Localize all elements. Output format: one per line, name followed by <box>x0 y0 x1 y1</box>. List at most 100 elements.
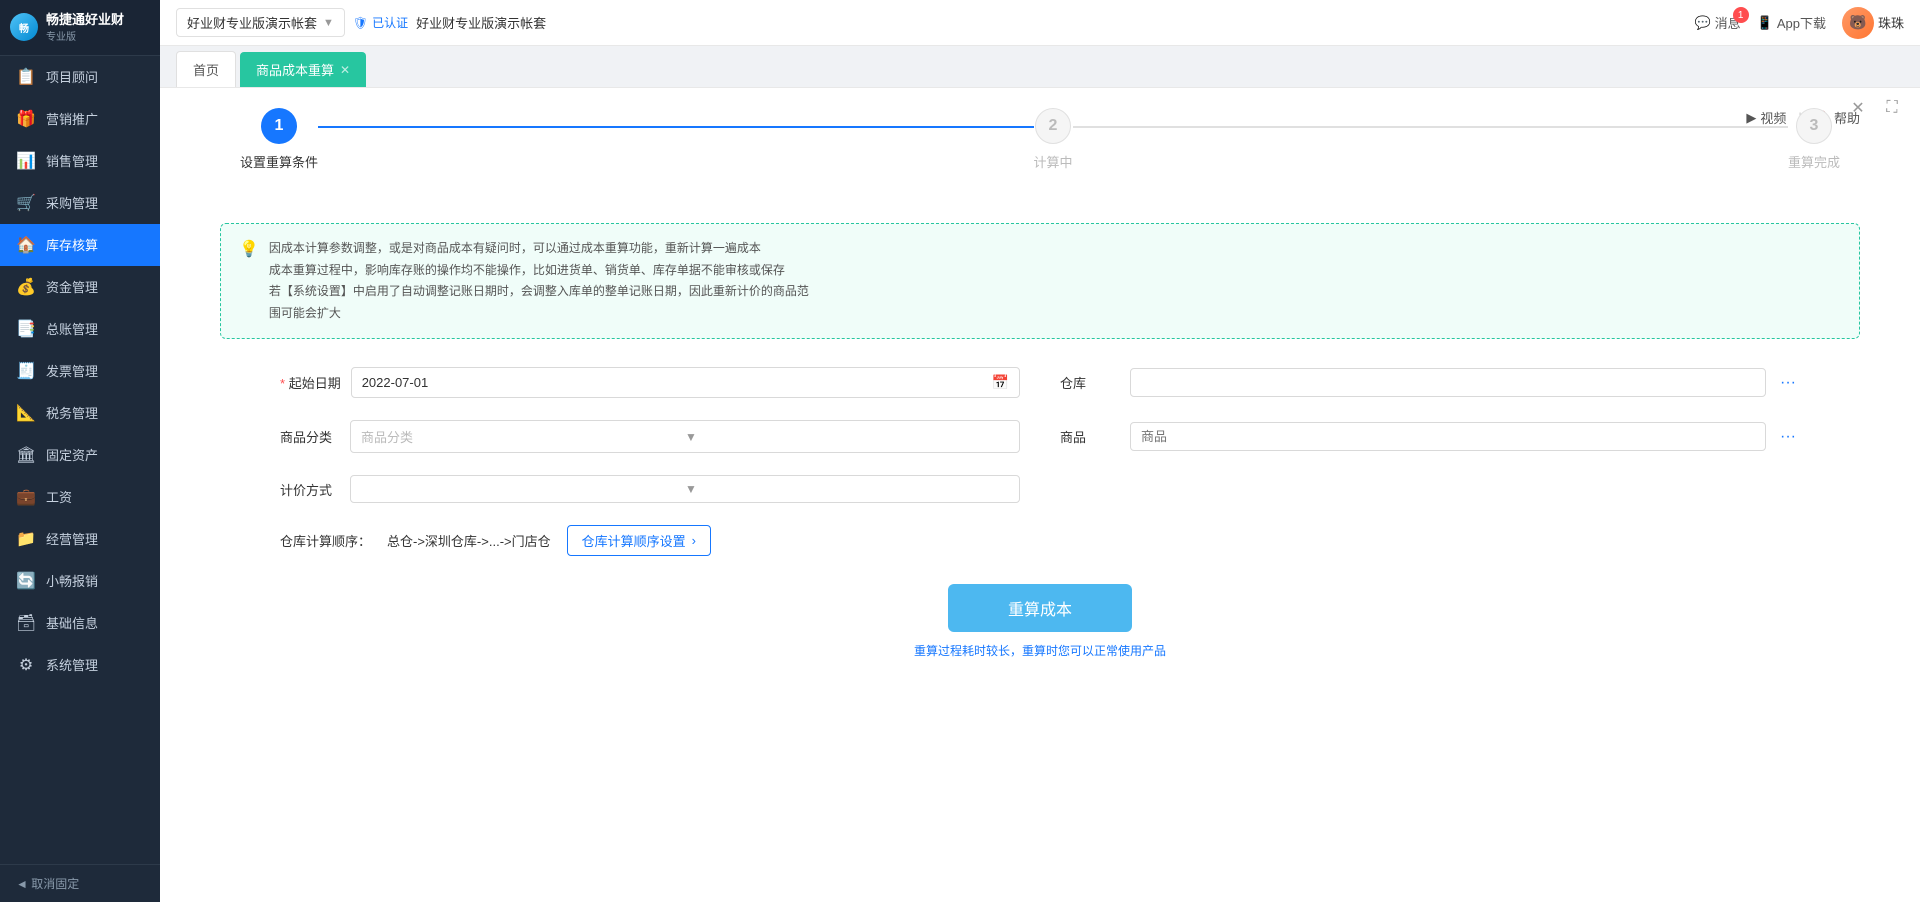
sidebar-item-purchase[interactable]: 🛒 采购管理 <box>0 182 160 224</box>
warehouse-order-value: 总仓->深圳仓库->...->门店仓 <box>387 531 551 550</box>
step-3-label: 重算完成 <box>1788 152 1840 171</box>
tabbar: 首页 商品成本重算 ✕ <box>160 46 1920 88</box>
calendar-icon[interactable]: 📅 <box>982 368 1019 397</box>
step-1-circle: 1 <box>261 108 297 144</box>
step-line-2 <box>1073 126 1788 128</box>
warehouse-order-label: 仓库计算顺序： <box>280 531 371 550</box>
notice-text: 因成本计算参数调整，或是对商品成本有疑问时，可以通过成本重算功能，重新计算一遍成… <box>269 238 809 324</box>
warehouse-input-wrapper <box>1130 368 1766 397</box>
sales-icon: 📊 <box>16 151 36 171</box>
sidebar-item-label: 税务管理 <box>46 403 98 422</box>
category-placeholder: 商品分类 <box>361 427 685 446</box>
category-select[interactable]: 商品分类 ▼ <box>350 420 1020 453</box>
sidebar-item-label: 库存核算 <box>46 235 98 254</box>
goods-label: 商品 <box>1060 427 1120 446</box>
verified-label: 已认证 <box>372 14 408 31</box>
sidebar-item-label: 项目顾问 <box>46 67 98 86</box>
video-label: 视频 <box>1760 108 1786 127</box>
price-method-label: 计价方式 <box>280 480 340 499</box>
warehouse-order-row: 仓库计算顺序： 总仓->深圳仓库->...->门店仓 仓库计算顺序设置 › <box>280 525 1800 556</box>
sidebar-item-inventory[interactable]: 🏠 库存核算 <box>0 224 160 266</box>
app-title: 畅捷通好业财 <box>46 12 124 28</box>
start-date-input[interactable] <box>352 369 982 396</box>
account-name: 好业财专业版演示帐套 <box>416 13 546 32</box>
sidebar-item-label: 营销推广 <box>46 109 98 128</box>
chevron-down-icon: ▼ <box>685 482 1009 496</box>
sidebar-item-assets[interactable]: 🏛 固定资产 <box>0 434 160 476</box>
sidebar-item-projects[interactable]: 📋 项目顾问 <box>0 56 160 98</box>
tab-close-icon[interactable]: ✕ <box>340 63 350 77</box>
sidebar-item-label: 总账管理 <box>46 319 98 338</box>
tab-recalc-label: 商品成本重算 <box>256 60 334 79</box>
sidebar-item-label: 经营管理 <box>46 529 98 548</box>
system-icon: ⚙ <box>16 655 36 675</box>
sidebar-item-label: 销售管理 <box>46 151 98 170</box>
sidebar-item-system[interactable]: ⚙ 系统管理 <box>0 644 160 686</box>
sidebar-item-basic[interactable]: 🗃 基础信息 <box>0 602 160 644</box>
user-name: 珠珠 <box>1878 13 1904 32</box>
app-title-group: 畅捷通好业财 专业版 <box>46 12 124 43</box>
steps-container: ▶ 视频 | ❓ 帮助 1 设置重算条件 2 计算中 <box>160 88 1920 191</box>
warehouse-order-settings-button[interactable]: 仓库计算顺序设置 › <box>567 525 711 556</box>
topbar-left: 好业财专业版演示帐套 ▼ 🛡 已认证 好业财专业版演示帐套 <box>176 8 1684 37</box>
marketing-icon: 🎁 <box>16 109 36 129</box>
sidebar-item-tax[interactable]: 📐 税务管理 <box>0 392 160 434</box>
verified-badge: 🛡 已认证 <box>353 14 408 31</box>
warehouse-order-btn-label: 仓库计算顺序设置 <box>582 531 686 550</box>
step-3-circle: 3 <box>1796 108 1832 144</box>
topbar: 好业财专业版演示帐套 ▼ 🛡 已认证 好业财专业版演示帐套 💬 消息 1 📱 A… <box>160 0 1920 46</box>
tab-recalc[interactable]: 商品成本重算 ✕ <box>240 52 366 87</box>
message-button[interactable]: 💬 消息 1 <box>1694 13 1740 32</box>
sidebar-item-ledger[interactable]: 📑 总账管理 <box>0 308 160 350</box>
sidebar-item-label: 小畅报销 <box>46 571 98 590</box>
start-date-input-wrapper: 📅 <box>351 367 1020 398</box>
price-method-group: 计价方式 ▼ <box>280 475 1020 503</box>
chevron-down-icon: ▼ <box>685 430 1009 444</box>
phone-icon: 📱 <box>1757 15 1773 31</box>
purchase-icon: 🛒 <box>16 193 36 213</box>
warehouse-input[interactable] <box>1131 369 1765 396</box>
app-subtitle: 专业版 <box>46 28 124 43</box>
account-selector[interactable]: 好业财专业版演示帐套 ▼ <box>176 8 345 37</box>
goods-select-button[interactable]: ··· <box>1776 428 1800 446</box>
sidebar-item-salary[interactable]: 💼 工资 <box>0 476 160 518</box>
user-profile-button[interactable]: 🐻 珠珠 <box>1842 7 1904 39</box>
sidebar-scroll: 📋 项目顾问 🎁 营销推广 📊 销售管理 🛒 采购管理 🏠 库存核算 💰 资金管… <box>0 56 160 864</box>
topbar-right: 💬 消息 1 📱 App下载 🐻 珠珠 <box>1694 7 1904 39</box>
recalc-btn-label: 重算成本 <box>1008 602 1072 619</box>
sidebar-item-label: 基础信息 <box>46 613 98 632</box>
goods-input[interactable] <box>1131 423 1765 450</box>
app-download-button[interactable]: 📱 App下载 <box>1757 13 1826 32</box>
price-method-select[interactable]: ▼ <box>350 475 1020 503</box>
step-2-label: 计算中 <box>1034 152 1073 171</box>
step-3: 3 重算完成 <box>1788 108 1840 171</box>
warehouse-select-button[interactable]: ··· <box>1776 374 1800 392</box>
start-date-group: * 起始日期 📅 <box>280 367 1020 398</box>
sidebar-item-label: 采购管理 <box>46 193 98 212</box>
notification-badge: 1 <box>1733 7 1749 23</box>
recalc-section: 重算成本 重算过程耗时较长，重算时您可以正常使用产品 <box>280 584 1800 659</box>
sidebar-header: 畅 畅捷通好业财 专业版 <box>0 0 160 56</box>
content-area: ✕ ⛶ ▶ 视频 | ❓ 帮助 1 设置重算条件 <box>160 88 1920 902</box>
sidebar-footer-label: ◄ 取消固定 <box>16 875 79 892</box>
step-1: 1 设置重算条件 <box>240 108 318 171</box>
sidebar-item-marketing[interactable]: 🎁 营销推广 <box>0 98 160 140</box>
sidebar-item-finance[interactable]: 💰 资金管理 <box>0 266 160 308</box>
inventory-icon: 🏠 <box>16 235 36 255</box>
recalc-button[interactable]: 重算成本 <box>948 584 1132 632</box>
sidebar-item-expense[interactable]: 🔄 小畅报销 <box>0 560 160 602</box>
sidebar-item-invoice[interactable]: 🧾 发票管理 <box>0 350 160 392</box>
account-selector-text: 好业财专业版演示帐套 <box>187 13 317 32</box>
tab-home[interactable]: 首页 <box>176 51 236 87</box>
start-date-label: * 起始日期 <box>280 373 341 392</box>
sidebar-item-sales[interactable]: 📊 销售管理 <box>0 140 160 182</box>
video-help-button[interactable]: ▶ 视频 <box>1746 108 1786 127</box>
projects-icon: 📋 <box>16 67 36 87</box>
basic-icon: 🗃 <box>16 613 36 633</box>
main-area: 好业财专业版演示帐套 ▼ 🛡 已认证 好业财专业版演示帐套 💬 消息 1 📱 A… <box>160 0 1920 902</box>
tab-home-label: 首页 <box>193 60 219 79</box>
form-section: * 起始日期 📅 仓库 ··· <box>160 367 1920 659</box>
form-row-2: 商品分类 商品分类 ▼ 商品 ··· <box>280 420 1800 453</box>
sidebar-item-operations[interactable]: 📁 经营管理 <box>0 518 160 560</box>
sidebar-pin-toggle[interactable]: ◄ 取消固定 <box>0 864 160 902</box>
